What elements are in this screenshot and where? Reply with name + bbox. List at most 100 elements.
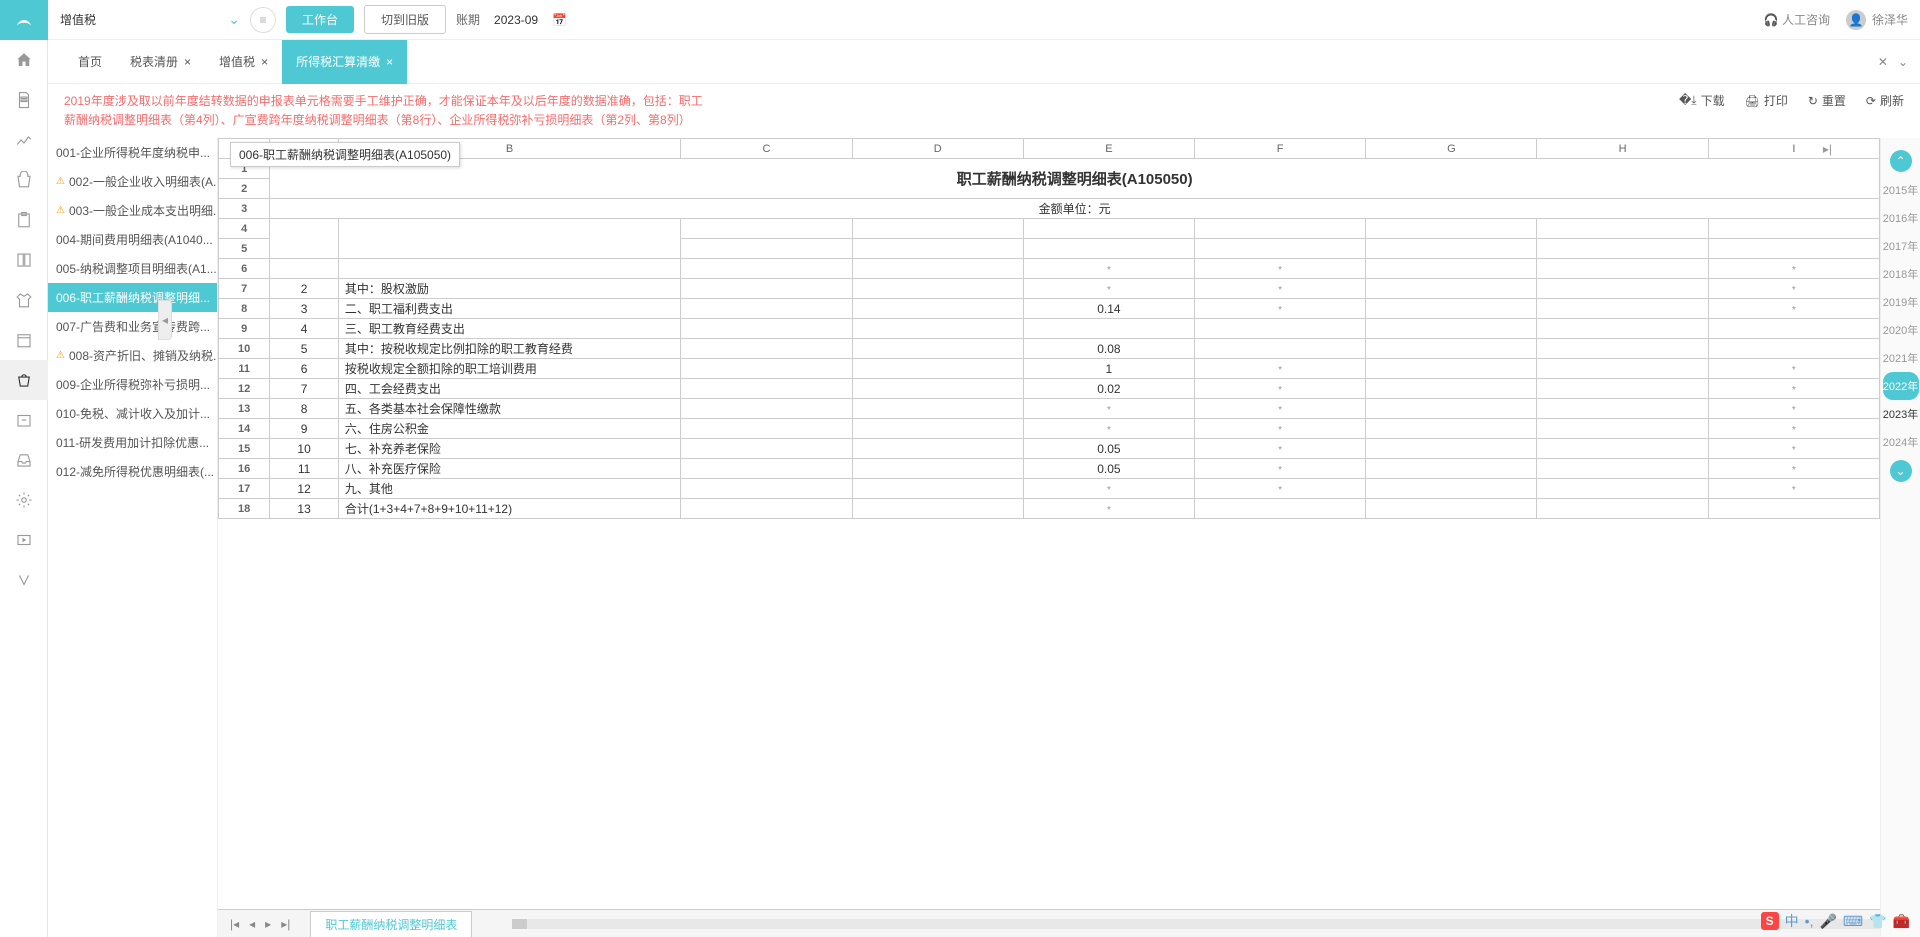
form-item-0[interactable]: 001-企业所得税年度纳税申... xyxy=(48,138,217,167)
form-tooltip: 006-职工薪酬纳税调整明细表(A105050) xyxy=(230,142,460,167)
sheet-nav-next-icon[interactable]: ▸ xyxy=(261,917,275,931)
table-row: 94三、职工教育经费支出 xyxy=(219,319,1880,339)
table-row: 1510七、补充养老保险0.05** xyxy=(219,439,1880,459)
form-item-9[interactable]: 010-免税、减计收入及加计... xyxy=(48,399,217,428)
year-2021年[interactable]: 2021年 xyxy=(1883,344,1919,372)
col-header[interactable]: H xyxy=(1537,139,1708,159)
col-header[interactable]: I xyxy=(1708,139,1879,159)
workspace-button[interactable]: 工作台 xyxy=(286,6,354,33)
left-sidebar xyxy=(0,0,48,937)
nav-clipboard-icon[interactable] xyxy=(0,200,48,240)
sheet-nav-last-icon[interactable]: ▸| xyxy=(277,917,294,931)
nav-archive-icon[interactable] xyxy=(0,400,48,440)
ime-skin-icon[interactable]: 👕 xyxy=(1869,913,1886,930)
close-all-tabs-icon[interactable]: ✕ xyxy=(1878,55,1888,69)
sheet-hscroll[interactable] xyxy=(512,919,1880,929)
nav-inbox-icon[interactable] xyxy=(0,440,48,480)
print-button[interactable]: 🖨 打印 xyxy=(1745,92,1788,109)
form-item-7[interactable]: ⚠008-资产折旧、摊销及纳税... xyxy=(48,341,217,370)
ime-tool-icon[interactable]: 🧰 xyxy=(1893,913,1910,930)
calendar-icon[interactable]: 📅 xyxy=(552,13,567,27)
sheet-tab[interactable]: 职工薪酬纳税调整明细表 xyxy=(310,911,472,937)
year-up-icon[interactable]: ⌃ xyxy=(1890,150,1912,172)
download-button[interactable]: �⤓ 下载 xyxy=(1679,92,1725,109)
nav-calendar-icon[interactable] xyxy=(0,320,48,360)
warning-text: 2019年度涉及取以前年度结转数据的申报表单元格需要手工维护正确，才能保证本年及… xyxy=(64,92,704,130)
nav-video-icon[interactable] xyxy=(0,520,48,560)
ime-logo-icon[interactable]: S xyxy=(1761,912,1779,930)
year-2019年[interactable]: 2019年 xyxy=(1883,288,1919,316)
warn-icon: ⚠ xyxy=(56,205,65,216)
tab-close-icon[interactable]: × xyxy=(184,55,191,69)
unit-label: 金额单位：元 xyxy=(270,199,1880,219)
info-button[interactable]: ≡ xyxy=(250,7,276,33)
form-item-1[interactable]: ⚠002-一般企业收入明细表(A... xyxy=(48,167,217,196)
year-2020年[interactable]: 2020年 xyxy=(1883,316,1919,344)
expand-panel-icon[interactable]: ▸| xyxy=(1823,142,1832,156)
form-item-11[interactable]: 012-减免所得税优惠明细表(... xyxy=(48,457,217,486)
period-value[interactable]: 2023-09 xyxy=(494,13,538,27)
nav-home-icon[interactable] xyxy=(0,40,48,80)
year-2022年[interactable]: 2022年 xyxy=(1883,372,1919,400)
reset-button[interactable]: ↻ 重置 xyxy=(1808,92,1846,109)
nav-settings-icon[interactable] xyxy=(0,480,48,520)
nav-shirt-icon[interactable] xyxy=(0,280,48,320)
col-header[interactable]: E xyxy=(1023,139,1194,159)
table-row: 6*** xyxy=(219,259,1880,279)
nav-doc-icon[interactable] xyxy=(0,80,48,120)
tax-type-dropdown[interactable]: 增值税 ⌄ xyxy=(60,11,240,28)
tab-1[interactable]: 税表清册 × xyxy=(116,40,205,84)
sheet-tab-bar: |◂ ◂ ▸ ▸| 职工薪酬纳税调整明细表 xyxy=(218,909,1880,937)
consult-link[interactable]: 🎧 人工咨询 xyxy=(1764,11,1830,28)
collapse-sidebar-icon[interactable]: ◂ xyxy=(158,300,172,340)
sheet-title: 职工薪酬纳税调整明细表(A105050) xyxy=(270,159,1880,199)
form-item-5[interactable]: 006-职工薪酬纳税调整明细... xyxy=(48,283,217,312)
user-menu[interactable]: 👤 徐泽华 xyxy=(1846,10,1908,30)
ime-punct-icon[interactable]: •, xyxy=(1805,913,1814,929)
ime-kb-icon[interactable]: ⌨ xyxy=(1843,913,1863,930)
table-row: 1611八、补充医疗保险0.05** xyxy=(219,459,1880,479)
tab-0[interactable]: 首页 xyxy=(64,40,116,84)
avatar-icon: 👤 xyxy=(1846,10,1866,30)
col-header[interactable]: D xyxy=(852,139,1023,159)
year-2024年[interactable]: 2024年 xyxy=(1883,428,1919,456)
tab-menu-icon[interactable]: ⌄ xyxy=(1898,55,1908,69)
nav-bag-icon[interactable] xyxy=(0,160,48,200)
year-down-icon[interactable]: ⌄ xyxy=(1890,460,1912,482)
col-header[interactable]: F xyxy=(1195,139,1366,159)
tab-3[interactable]: 所得税汇算清缴 × xyxy=(282,40,407,84)
form-item-6[interactable]: 007-广告费和业务宣传费跨... xyxy=(48,312,217,341)
nav-tax-icon[interactable] xyxy=(0,360,48,400)
ime-toolbar: S 中 •, 🎤 ⌨ 👕 🧰 xyxy=(1761,911,1910,931)
table-row: 116按税收规定全额扣除的职工培训费用1** xyxy=(219,359,1880,379)
old-version-button[interactable]: 切到旧版 xyxy=(364,5,446,34)
form-item-4[interactable]: 005-纳税调整项目明细表(A1... xyxy=(48,254,217,283)
form-item-3[interactable]: 004-期间费用明细表(A1040... xyxy=(48,225,217,254)
year-2023年[interactable]: 2023年 xyxy=(1883,400,1919,428)
tab-close-icon[interactable]: × xyxy=(261,55,268,69)
sheet-nav-prev-icon[interactable]: ◂ xyxy=(245,917,259,931)
year-2018年[interactable]: 2018年 xyxy=(1883,260,1919,288)
tab-2[interactable]: 增值税 × xyxy=(205,40,282,84)
chevron-down-icon: ⌄ xyxy=(228,11,240,28)
nav-book-icon[interactable] xyxy=(0,240,48,280)
username: 徐泽华 xyxy=(1872,11,1908,28)
refresh-button[interactable]: ⟳ 刷新 xyxy=(1866,92,1904,109)
ime-mic-icon[interactable]: 🎤 xyxy=(1819,913,1836,930)
form-item-10[interactable]: 011-研发费用加计扣除优惠... xyxy=(48,428,217,457)
nav-chart-icon[interactable] xyxy=(0,120,48,160)
ime-mode[interactable]: 中 xyxy=(1785,911,1799,931)
col-header[interactable]: C xyxy=(681,139,852,159)
sheet-nav-first-icon[interactable]: |◂ xyxy=(226,917,243,931)
nav-v-icon[interactable] xyxy=(0,560,48,600)
table-row: 72其中：股权激励*** xyxy=(219,279,1880,299)
form-item-8[interactable]: 009-企业所得税弥补亏损明... xyxy=(48,370,217,399)
form-item-2[interactable]: ⚠003-一般企业成本支出明细... xyxy=(48,196,217,225)
year-2016年[interactable]: 2016年 xyxy=(1883,204,1919,232)
table-row: 149六、住房公积金*** xyxy=(219,419,1880,439)
col-header[interactable]: G xyxy=(1366,139,1537,159)
year-2015年[interactable]: 2015年 xyxy=(1883,176,1919,204)
tab-close-icon[interactable]: × xyxy=(386,55,393,69)
year-2017年[interactable]: 2017年 xyxy=(1883,232,1919,260)
tax-type-label: 增值税 xyxy=(60,11,96,28)
